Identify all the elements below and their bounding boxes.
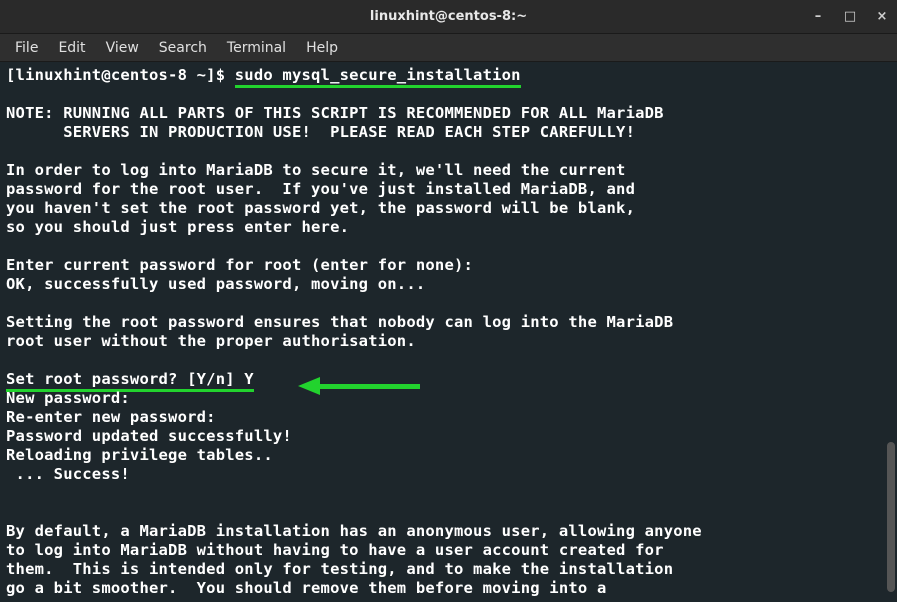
out-line: password for the root user. If you've ju… xyxy=(6,180,635,198)
out-line: Re-enter new password: xyxy=(6,408,216,426)
command-text: sudo mysql_secure_installation xyxy=(235,66,521,88)
out-line: SERVERS IN PRODUCTION USE! PLEASE READ E… xyxy=(6,123,635,141)
window-controls: – □ × xyxy=(811,9,889,24)
terminal-output[interactable]: [linuxhint@centos-8 ~]$ sudo mysql_secur… xyxy=(0,62,897,602)
out-line: them. This is intended only for testing,… xyxy=(6,560,673,578)
out-line: Password updated successfully! xyxy=(6,427,292,445)
annotation-arrow xyxy=(298,377,420,395)
menu-edit[interactable]: Edit xyxy=(49,37,94,59)
out-line: so you should just press enter here. xyxy=(6,218,349,236)
maximize-button[interactable]: □ xyxy=(843,9,857,24)
out-line: By default, a MariaDB installation has a… xyxy=(6,522,702,540)
out-line: Reloading privilege tables.. xyxy=(6,446,273,464)
minimize-button[interactable]: – xyxy=(811,9,825,24)
terminal-window: linuxhint@centos-8:~ – □ × File Edit Vie… xyxy=(0,0,897,602)
menu-terminal[interactable]: Terminal xyxy=(218,37,295,59)
out-line: you haven't set the root password yet, t… xyxy=(6,199,635,217)
menubar: File Edit View Search Terminal Help xyxy=(0,34,897,62)
menu-help[interactable]: Help xyxy=(297,37,347,59)
out-line: New password: xyxy=(6,389,130,407)
window-title: linuxhint@centos-8:~ xyxy=(370,9,527,24)
prompt: [linuxhint@centos-8 ~]$ xyxy=(6,66,235,84)
arrow-head-icon xyxy=(298,377,320,395)
out-line: In order to log into MariaDB to secure i… xyxy=(6,161,626,179)
out-line: NOTE: RUNNING ALL PARTS OF THIS SCRIPT I… xyxy=(6,104,664,122)
scrollbar-thumb[interactable] xyxy=(887,442,895,592)
titlebar[interactable]: linuxhint@centos-8:~ – □ × xyxy=(0,0,897,34)
out-line: to log into MariaDB without having to ha… xyxy=(6,541,664,559)
out-line: Enter current password for root (enter f… xyxy=(6,256,473,274)
out-line: go a bit smoother. You should remove the… xyxy=(6,579,607,597)
menu-search[interactable]: Search xyxy=(150,37,216,59)
out-line: Setting the root password ensures that n… xyxy=(6,313,673,331)
arrow-shaft xyxy=(320,384,420,389)
out-line: root user without the proper authorisati… xyxy=(6,332,416,350)
menu-view[interactable]: View xyxy=(97,37,148,59)
close-button[interactable]: × xyxy=(875,9,889,24)
out-line: ... Success! xyxy=(6,465,130,483)
menu-file[interactable]: File xyxy=(6,37,47,59)
out-line: OK, successfully used password, moving o… xyxy=(6,275,425,293)
